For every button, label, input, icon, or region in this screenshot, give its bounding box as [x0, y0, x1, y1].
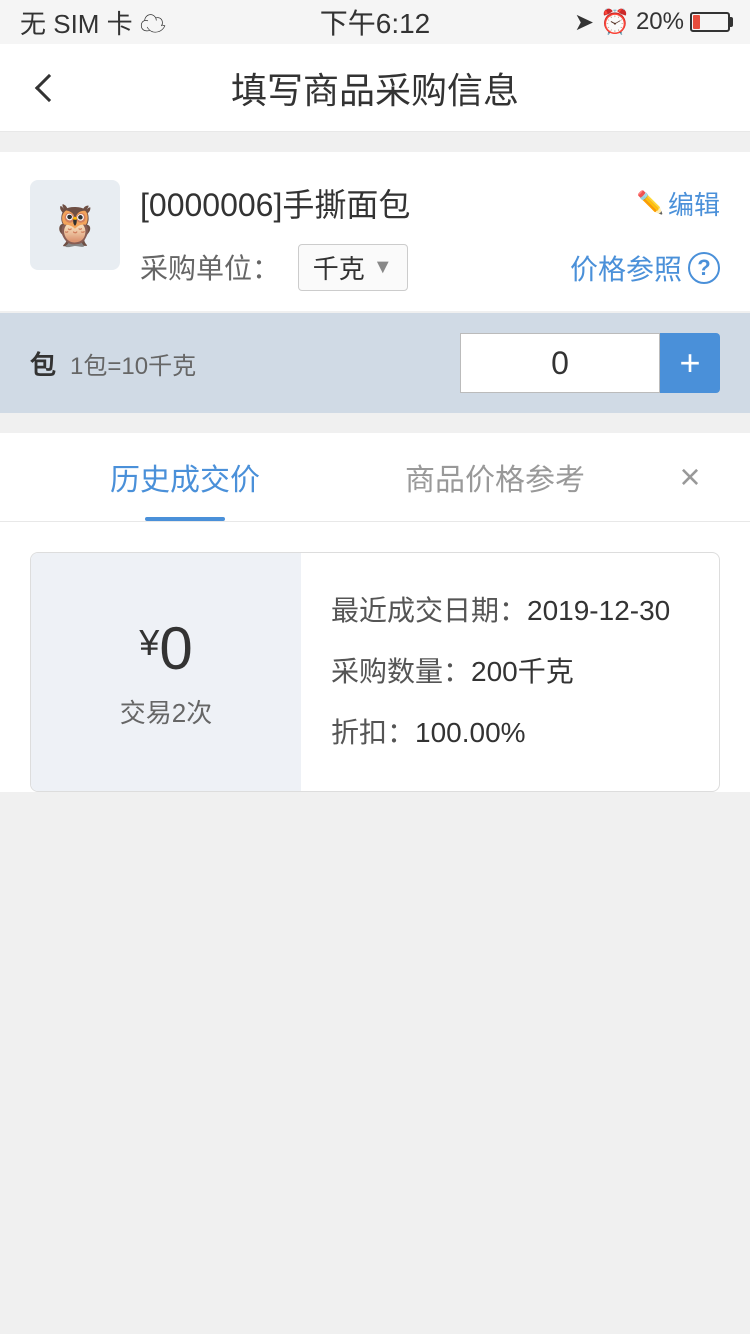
- tab-history-price[interactable]: 历史成交价: [30, 433, 340, 521]
- bottom-fill: [0, 822, 750, 1322]
- dropdown-arrow-icon: ▼: [373, 256, 393, 279]
- quantity-sub-label: 1包=10千克: [70, 346, 196, 381]
- tab-history-label: 历史成交价: [110, 455, 260, 499]
- status-bar: 无 SIM 卡 ☁ 下午6:12 ➤ ⏰ 20%: [0, 0, 750, 44]
- product-section: 🦉 [0000006]手撕面包 ✏️ 编辑 采购单位： 千克 ▼: [0, 152, 750, 311]
- quantity-unit-badge: 包: [30, 345, 56, 382]
- unit-value: 千克: [313, 249, 365, 286]
- tabs-panel: 历史成交价 商品价格参考 × ¥0 交易2次 最近成交日期：2019-12-30…: [0, 433, 750, 792]
- tab-price-ref-label: 商品价格参考: [405, 455, 585, 499]
- edit-button[interactable]: ✏️ 编辑: [637, 185, 720, 222]
- history-trade-count: 交易2次: [120, 693, 212, 730]
- purchase-quantity-value: 200千克: [471, 656, 574, 687]
- recent-date-row: 最近成交日期：2019-12-30: [331, 589, 689, 634]
- status-bar-right: ➤ ⏰ 20%: [574, 8, 730, 37]
- status-bar-left: 无 SIM 卡 ☁: [20, 4, 166, 41]
- history-card: ¥0 交易2次 最近成交日期：2019-12-30 采购数量：200千克 折扣：…: [30, 552, 720, 792]
- recent-date-label: 最近成交日期：: [331, 595, 527, 626]
- edit-icon: ✏️: [637, 190, 664, 216]
- discount-row: 折扣：100.00%: [331, 711, 689, 756]
- unit-select[interactable]: 千克 ▼: [298, 244, 408, 291]
- price-value: 0: [159, 615, 192, 682]
- product-logo-icon: 🦉: [50, 202, 100, 249]
- unit-label: 采购单位：: [140, 253, 280, 284]
- quantity-plus-button[interactable]: +: [660, 333, 720, 393]
- alarm-icon: ⏰: [600, 8, 630, 37]
- discount-value: 100.00%: [415, 717, 526, 748]
- purchase-quantity-label: 采购数量：: [331, 656, 471, 687]
- quantity-bar: 包 1包=10千克 +: [0, 313, 750, 413]
- price-ref-label: 价格参照: [570, 248, 682, 288]
- battery-percent: 20%: [636, 8, 684, 36]
- tabs-header: 历史成交价 商品价格参考 ×: [0, 433, 750, 522]
- product-header: 🦉 [0000006]手撕面包 ✏️ 编辑 采购单位： 千克 ▼: [30, 180, 720, 291]
- history-card-right: 最近成交日期：2019-12-30 采购数量：200千克 折扣：100.00%: [301, 553, 719, 791]
- edit-label: 编辑: [668, 185, 720, 222]
- product-unit-row: 采购单位： 千克 ▼ 价格参照 ?: [140, 244, 720, 291]
- back-arrow-icon: [35, 73, 63, 101]
- price-ref-help-icon: ?: [688, 252, 720, 284]
- history-price: ¥0: [139, 614, 192, 683]
- back-button[interactable]: [24, 63, 74, 113]
- product-title: [0000006]手撕面包: [140, 180, 410, 226]
- page-title: 填写商品采购信息: [231, 62, 519, 114]
- product-title-row: [0000006]手撕面包 ✏️ 编辑: [140, 180, 720, 226]
- history-card-left: ¥0 交易2次: [31, 553, 301, 791]
- tab-product-price-ref[interactable]: 商品价格参考: [340, 433, 650, 521]
- quantity-input[interactable]: [460, 333, 660, 393]
- unit-select-group: 采购单位： 千克 ▼: [140, 244, 408, 291]
- purchase-quantity-row: 采购数量：200千克: [331, 650, 689, 695]
- signal-text: 无 SIM 卡 ☁: [20, 4, 166, 41]
- status-bar-time: 下午6:12: [320, 2, 431, 42]
- product-thumbnail: 🦉: [30, 180, 120, 270]
- recent-date-value: 2019-12-30: [527, 595, 670, 626]
- battery-icon: [690, 12, 730, 32]
- quantity-label: 包 1包=10千克: [30, 345, 196, 382]
- product-info: [0000006]手撕面包 ✏️ 编辑 采购单位： 千克 ▼ 价格参照 ?: [140, 180, 720, 291]
- battery-fill: [693, 15, 700, 29]
- nav-bar: 填写商品采购信息: [0, 44, 750, 132]
- navigation-icon: ➤: [574, 8, 594, 37]
- discount-label: 折扣：: [331, 717, 415, 748]
- currency-symbol: ¥: [139, 622, 159, 663]
- quantity-input-group: +: [460, 333, 720, 393]
- price-ref-button[interactable]: 价格参照 ?: [570, 248, 720, 288]
- tabs-close-button[interactable]: ×: [660, 447, 720, 507]
